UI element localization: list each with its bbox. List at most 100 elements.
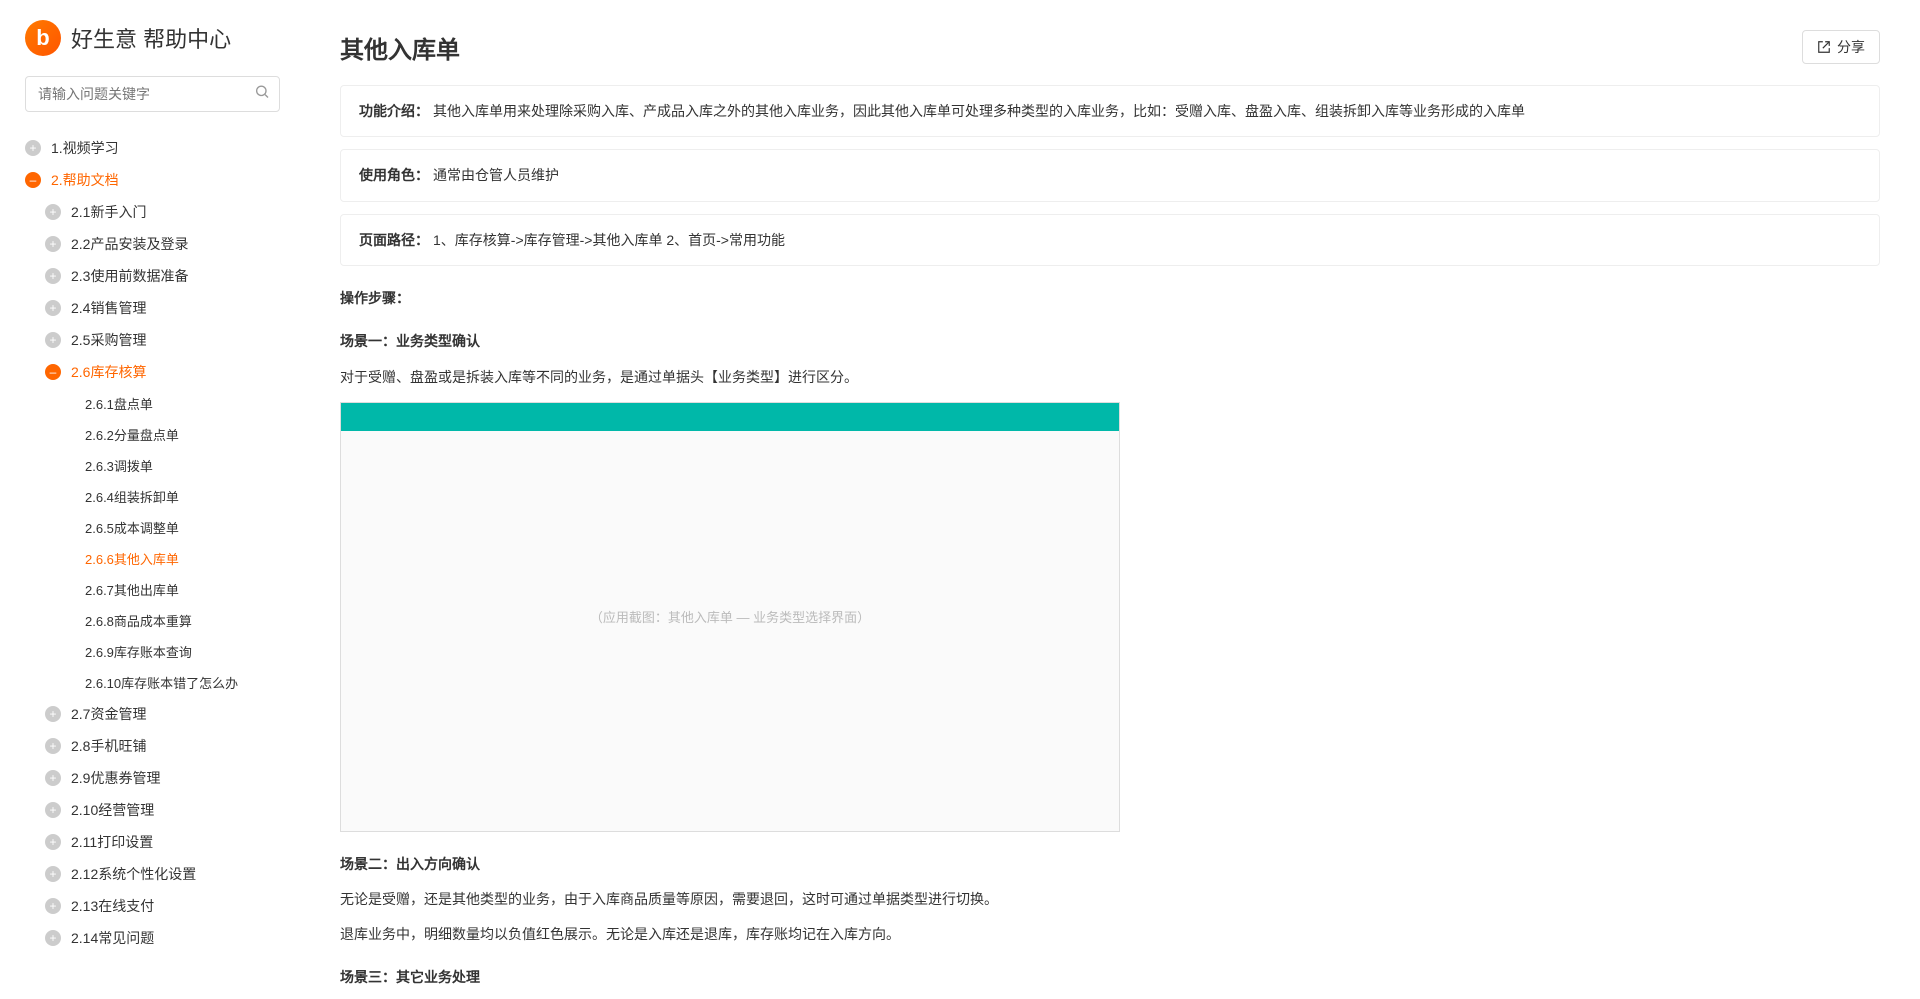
brand-title: 好生意 帮助中心 <box>71 22 231 54</box>
nav-item-2-4[interactable]: 2.4销售管理 <box>25 292 280 324</box>
nav-label: 2.6.2分量盘点单 <box>85 425 179 444</box>
nav-label: 1.视频学习 <box>51 138 119 158</box>
nav-tree: 1.视频学习 2.帮助文档 2.1新手入门 2.2产品安装及登录 2.3使用前数… <box>25 132 280 954</box>
nav-item-2-6-2[interactable]: 2.6.2分量盘点单 <box>25 419 280 450</box>
nav-label: 2.10经营管理 <box>71 800 154 820</box>
intro-text: 其他入库单用来处理除采购入库、产成品入库之外的其他入库业务，因此其他入库单可处理… <box>433 103 1525 119</box>
nav-label: 2.6.9库存账本查询 <box>85 642 192 661</box>
nav-item-2-6-3[interactable]: 2.6.3调拨单 <box>25 450 280 481</box>
nav-label: 2.9优惠券管理 <box>71 768 160 788</box>
nav-item-video[interactable]: 1.视频学习 <box>25 132 280 164</box>
expand-icon <box>45 802 61 818</box>
collapse-icon <box>45 364 61 380</box>
sidebar: b 好生意 帮助中心 1.视频学习 2.帮助文档 2.1新手入门 2.2产品安装… <box>0 0 300 999</box>
nav-label: 2.12系统个性化设置 <box>71 864 196 884</box>
expand-icon <box>45 834 61 850</box>
nav-label: 2.11打印设置 <box>71 832 153 852</box>
search-input[interactable] <box>25 76 280 112</box>
nav-item-2-6-1[interactable]: 2.6.1盘点单 <box>25 388 280 419</box>
share-icon <box>1817 40 1831 54</box>
scene2-text2: 退库业务中，明细数量均以负值红色展示。无论是入库还是退库，库存账均记在入库方向。 <box>340 922 1880 947</box>
nav-label: 2.7资金管理 <box>71 704 146 724</box>
steps-label: 操作步骤： <box>340 286 1880 311</box>
expand-icon <box>45 332 61 348</box>
nav-item-2-6-9[interactable]: 2.6.9库存账本查询 <box>25 636 280 667</box>
path-text: 1、库存核算->库存管理->其他入库单 2、首页->常用功能 <box>433 232 785 248</box>
scene2-title: 场景二：出入方向确认 <box>340 852 1880 877</box>
screenshot-hint: （应用截图：其他入库单 — 业务类型选择界面） <box>590 607 870 626</box>
nav-label: 2.6.8商品成本重算 <box>85 611 192 630</box>
nav-item-2-6-10[interactable]: 2.6.10库存账本错了怎么办 <box>25 667 280 698</box>
nav-label: 2.6.1盘点单 <box>85 394 153 413</box>
path-label: 页面路径： <box>359 232 429 248</box>
nav-item-2-6-5[interactable]: 2.6.5成本调整单 <box>25 512 280 543</box>
nav-label: 2.6.6其他入库单 <box>85 549 179 568</box>
scene3-title: 场景三：其它业务处理 <box>340 965 1880 990</box>
nav-label: 2.2产品安装及登录 <box>71 234 188 254</box>
role-label: 使用角色： <box>359 167 429 183</box>
nav-item-2-1[interactable]: 2.1新手入门 <box>25 196 280 228</box>
share-label: 分享 <box>1837 37 1865 57</box>
nav-label: 2.8手机旺铺 <box>71 736 146 756</box>
role-box: 使用角色：通常由仓管人员维护 <box>340 149 1880 201</box>
page-title: 其他入库单 <box>340 30 460 65</box>
nav-label: 2.6.4组装拆卸单 <box>85 487 179 506</box>
expand-icon <box>45 706 61 722</box>
nav-item-2-6-6[interactable]: 2.6.6其他入库单 <box>25 543 280 574</box>
nav-item-2-6-7[interactable]: 2.6.7其他出库单 <box>25 574 280 605</box>
nav-item-2-8[interactable]: 2.8手机旺铺 <box>25 730 280 762</box>
search-icon[interactable] <box>254 84 270 105</box>
nav-item-2-7[interactable]: 2.7资金管理 <box>25 698 280 730</box>
logo-icon: b <box>25 20 61 56</box>
expand-icon <box>45 930 61 946</box>
embedded-screenshot: （应用截图：其他入库单 — 业务类型选择界面） <box>340 402 1120 832</box>
expand-icon <box>45 268 61 284</box>
expand-icon <box>45 204 61 220</box>
nav-label: 2.5采购管理 <box>71 330 146 350</box>
nav-item-2-6-8[interactable]: 2.6.8商品成本重算 <box>25 605 280 636</box>
nav-label: 2.14常见问题 <box>71 928 154 948</box>
nav-label: 2.13在线支付 <box>71 896 154 916</box>
nav-item-2-6-4[interactable]: 2.6.4组装拆卸单 <box>25 481 280 512</box>
nav-label: 2.6.3调拨单 <box>85 456 153 475</box>
nav-label: 2.6.10库存账本错了怎么办 <box>85 673 238 692</box>
expand-icon <box>45 236 61 252</box>
content-body: 操作步骤： 场景一：业务类型确认 对于受赠、盘盈或是拆装入库等不同的业务，是通过… <box>340 286 1880 999</box>
nav-item-2-3[interactable]: 2.3使用前数据准备 <box>25 260 280 292</box>
role-text: 通常由仓管人员维护 <box>433 167 559 183</box>
expand-icon <box>45 738 61 754</box>
path-box: 页面路径：1、库存核算->库存管理->其他入库单 2、首页->常用功能 <box>340 214 1880 266</box>
nav-item-2-11[interactable]: 2.11打印设置 <box>25 826 280 858</box>
screenshot-topbar <box>341 403 1119 431</box>
nav-item-helpdocs[interactable]: 2.帮助文档 <box>25 164 280 196</box>
expand-icon <box>45 898 61 914</box>
nav-item-2-9[interactable]: 2.9优惠券管理 <box>25 762 280 794</box>
brand-row: b 好生意 帮助中心 <box>25 20 280 56</box>
nav-label: 2.1新手入门 <box>71 202 146 222</box>
nav-item-2-13[interactable]: 2.13在线支付 <box>25 890 280 922</box>
search-box <box>25 76 280 112</box>
nav-item-2-10[interactable]: 2.10经营管理 <box>25 794 280 826</box>
nav-item-2-2[interactable]: 2.2产品安装及登录 <box>25 228 280 260</box>
scene2-text1: 无论是受赠，还是其他类型的业务，由于入库商品质量等原因，需要退回，这时可通过单据… <box>340 887 1880 912</box>
intro-label: 功能介绍： <box>359 103 429 119</box>
expand-icon <box>45 866 61 882</box>
nav-label: 2.3使用前数据准备 <box>71 266 188 286</box>
collapse-icon <box>25 172 41 188</box>
scene1-title: 场景一：业务类型确认 <box>340 329 1880 354</box>
main-content: 其他入库单 分享 功能介绍：其他入库单用来处理除采购入库、产成品入库之外的其他入… <box>300 0 1920 999</box>
page-header: 其他入库单 分享 <box>340 30 1880 65</box>
nav-item-2-12[interactable]: 2.12系统个性化设置 <box>25 858 280 890</box>
nav-label: 2.6.5成本调整单 <box>85 518 179 537</box>
nav-label: 2.4销售管理 <box>71 298 146 318</box>
expand-icon <box>25 140 41 156</box>
nav-label: 2.6.7其他出库单 <box>85 580 179 599</box>
nav-label: 2.帮助文档 <box>51 170 119 190</box>
expand-icon <box>45 770 61 786</box>
share-button[interactable]: 分享 <box>1802 30 1880 64</box>
intro-box: 功能介绍：其他入库单用来处理除采购入库、产成品入库之外的其他入库业务，因此其他入… <box>340 85 1880 137</box>
expand-icon <box>45 300 61 316</box>
nav-item-2-6[interactable]: 2.6库存核算 <box>25 356 280 388</box>
nav-item-2-5[interactable]: 2.5采购管理 <box>25 324 280 356</box>
nav-item-2-14[interactable]: 2.14常见问题 <box>25 922 280 954</box>
